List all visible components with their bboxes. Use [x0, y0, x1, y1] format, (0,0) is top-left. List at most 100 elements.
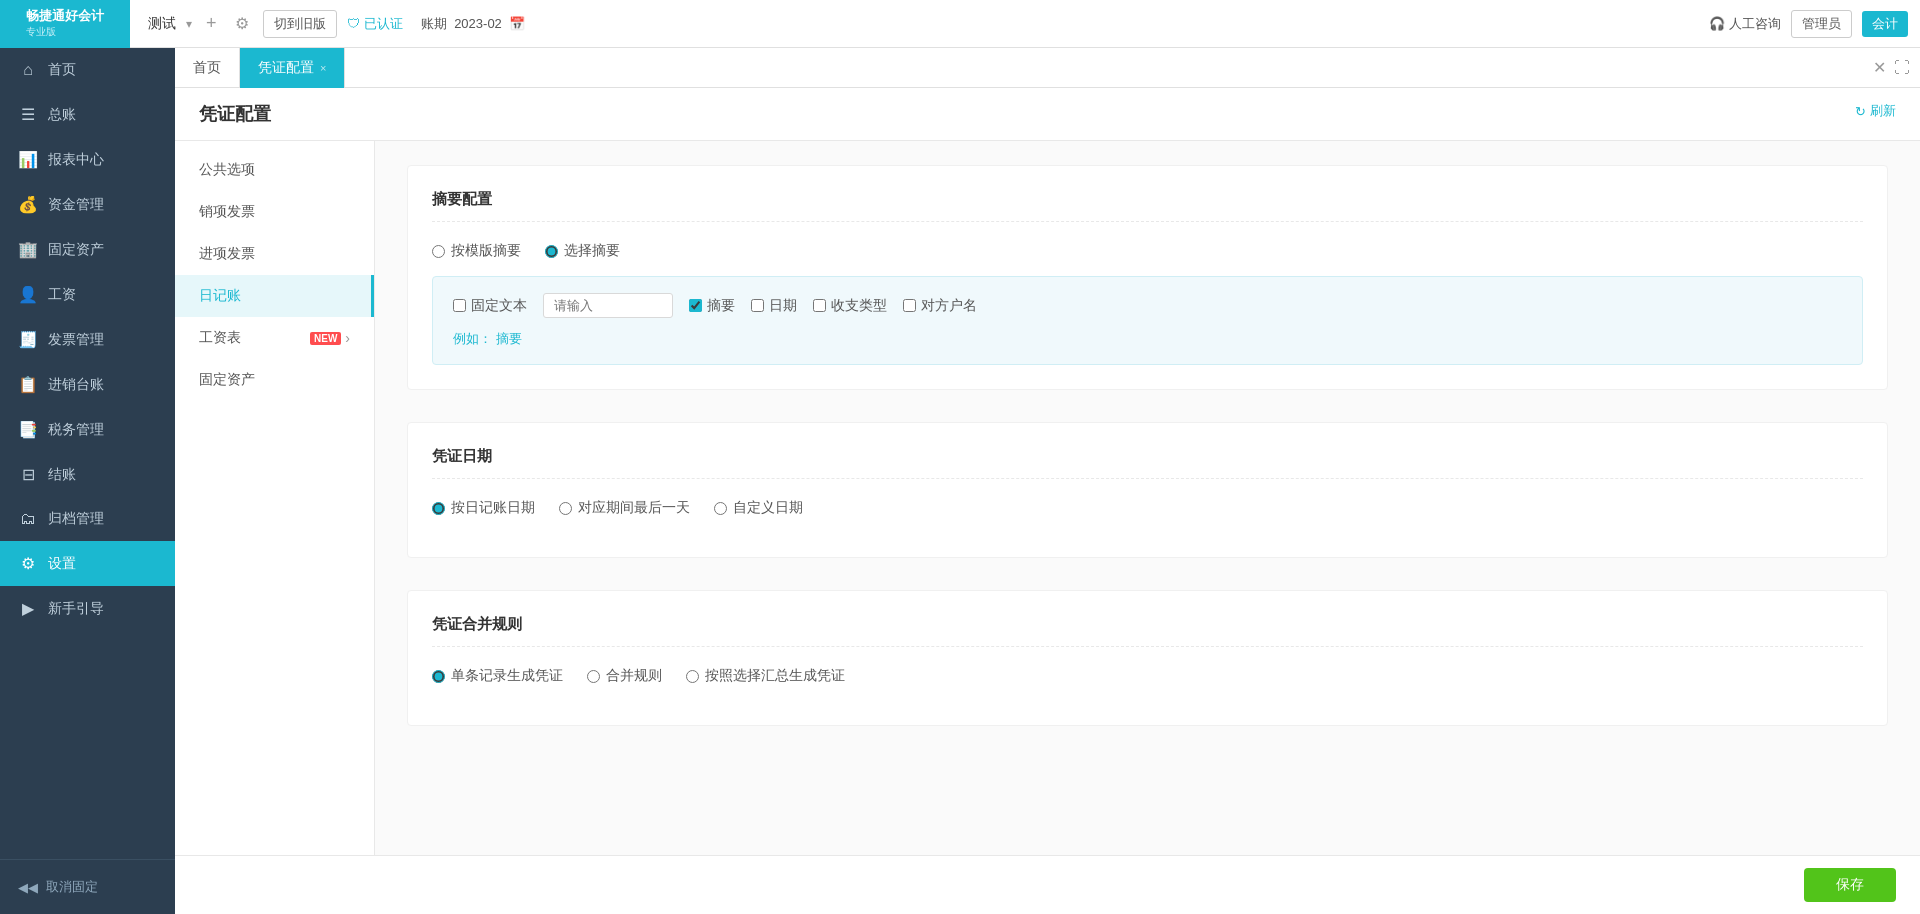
radio-journal-date-label[interactable]: 按日记账日期 [432, 499, 535, 517]
sidebar-item-label: 固定资产 [48, 241, 104, 259]
sidebar-item-sales[interactable]: 📋 进销台账 [0, 362, 175, 407]
checkbox-counterparty[interactable] [903, 299, 916, 312]
company-dropdown-icon[interactable] [186, 17, 192, 31]
summary-radio-group: 按模版摘要 选择摘要 [432, 242, 1863, 260]
tab-home[interactable]: 首页 [175, 48, 240, 88]
tab-actions: ✕ ⛶ [1863, 58, 1920, 77]
radio-merge-label[interactable]: 合并规则 [587, 667, 662, 685]
company-name: 测试 [148, 15, 176, 33]
left-nav-journal[interactable]: 日记账 [175, 275, 374, 317]
config-content: 摘要配置 按模版摘要 选择摘要 [375, 141, 1920, 855]
window-expand-button[interactable]: ⛶ [1894, 59, 1910, 77]
sidebar-item-label: 首页 [48, 61, 76, 79]
radio-single[interactable] [432, 670, 445, 683]
left-nav-payroll[interactable]: 工资表 NEW › [175, 317, 374, 359]
sidebar-item-label: 报表中心 [48, 151, 104, 169]
voucher-date-section-title: 凭证日期 [432, 447, 1863, 479]
checkbox-counterparty-label[interactable]: 对方户名 [903, 297, 977, 315]
tab-bar: 首页 凭证配置 × ✕ ⛶ [175, 48, 1920, 88]
manager-button[interactable]: 管理员 [1791, 10, 1852, 38]
refresh-icon: ↻ [1855, 104, 1866, 119]
checkbox-income-expense[interactable] [813, 299, 826, 312]
left-nav-public[interactable]: 公共选项 [175, 149, 374, 191]
sales-icon: 📋 [18, 375, 38, 394]
radio-template[interactable] [432, 245, 445, 258]
accountant-button[interactable]: 会计 [1862, 11, 1908, 37]
checkbox-summary-label[interactable]: 摘要 [689, 297, 735, 315]
radio-merge[interactable] [587, 670, 600, 683]
radio-by-selection[interactable] [686, 670, 699, 683]
radio-custom-date-label[interactable]: 自定义日期 [714, 499, 803, 517]
checkbox-income-expense-label[interactable]: 收支类型 [813, 297, 887, 315]
tax-icon: 📑 [18, 420, 38, 439]
checkbox-date[interactable] [751, 299, 764, 312]
refresh-button[interactable]: ↻ 刷新 [1855, 102, 1896, 134]
radio-journal-date[interactable] [432, 502, 445, 515]
sidebar-item-tax[interactable]: 📑 税务管理 [0, 407, 175, 452]
sidebar-item-assets[interactable]: 🏢 固定资产 [0, 227, 175, 272]
left-nav-sales-invoice[interactable]: 销项发票 [175, 191, 374, 233]
summary-section-title: 摘要配置 [432, 190, 1863, 222]
sidebar-item-invoice[interactable]: 🧾 发票管理 [0, 317, 175, 362]
sidebar-item-settings[interactable]: ⚙ 设置 [0, 541, 175, 586]
left-nav-purchase-invoice[interactable]: 进项发票 [175, 233, 374, 275]
tab-close-icon[interactable]: × [320, 62, 326, 74]
checkbox-fixed-text-label[interactable]: 固定文本 [453, 297, 527, 315]
close-icon: ⊟ [18, 465, 38, 484]
sidebar-item-home[interactable]: ⌂ 首页 [0, 48, 175, 92]
sidebar-item-label: 新手引导 [48, 600, 104, 618]
fixed-text-input[interactable] [543, 293, 673, 318]
consult-button[interactable]: 🎧 人工咨询 [1709, 15, 1781, 33]
period-label: 账期 2023-02 📅 [421, 15, 526, 33]
window-close-button[interactable]: ✕ [1873, 58, 1886, 77]
tab-voucher-config[interactable]: 凭证配置 × [240, 48, 345, 88]
add-button[interactable]: + [206, 13, 217, 34]
sidebar-item-fund[interactable]: 💰 资金管理 [0, 182, 175, 227]
logo: 畅捷通好会计 专业版 [0, 0, 130, 48]
merge-rules-radio-group: 单条记录生成凭证 合并规则 按照选择汇总生成凭证 [432, 667, 1863, 685]
sidebar-item-label: 结账 [48, 466, 76, 484]
sidebar-item-report[interactable]: 📊 报表中心 [0, 137, 175, 182]
radio-single-label[interactable]: 单条记录生成凭证 [432, 667, 563, 685]
chevron-down-icon: › [345, 330, 350, 346]
sidebar-item-archive[interactable]: 🗂 归档管理 [0, 497, 175, 541]
checkbox-summary[interactable] [689, 299, 702, 312]
invoice-icon: 🧾 [18, 330, 38, 349]
sidebar-scroll: ⌂ 首页 ☰ 总账 📊 报表中心 💰 资金管理 🏢 固定资产 👤 工资 [0, 48, 175, 859]
guide-icon: ▶ [18, 599, 38, 618]
settings-sidebar-icon: ⚙ [18, 554, 38, 573]
checkbox-fixed-text[interactable] [453, 299, 466, 312]
merge-rules-section-title: 凭证合并规则 [432, 615, 1863, 647]
sidebar-item-salary[interactable]: 👤 工资 [0, 272, 175, 317]
voucher-date-radio-group: 按日记账日期 对应期间最后一天 自定义日期 [432, 499, 1863, 517]
sidebar-item-label: 税务管理 [48, 421, 104, 439]
checkbox-date-label[interactable]: 日期 [751, 297, 797, 315]
left-nav-fixed-assets[interactable]: 固定资产 [175, 359, 374, 401]
sidebar-item-ledger[interactable]: ☰ 总账 [0, 92, 175, 137]
save-button[interactable]: 保存 [1804, 868, 1896, 902]
radio-select-label[interactable]: 选择摘要 [545, 242, 620, 260]
radio-by-selection-label[interactable]: 按照选择汇总生成凭证 [686, 667, 845, 685]
sidebar-item-label: 总账 [48, 106, 76, 124]
page-header: 凭证配置 ↻ 刷新 [175, 88, 1920, 141]
radio-template-label[interactable]: 按模版摘要 [432, 242, 521, 260]
radio-custom-date[interactable] [714, 502, 727, 515]
calendar-icon[interactable]: 📅 [509, 16, 525, 31]
sidebar-item-label: 资金管理 [48, 196, 104, 214]
radio-select[interactable] [545, 245, 558, 258]
sidebar-item-label: 归档管理 [48, 510, 104, 528]
settings-icon[interactable]: ⚙ [235, 14, 249, 33]
sidebar-item-guide[interactable]: ▶ 新手引导 [0, 586, 175, 631]
sidebar-item-label: 设置 [48, 555, 76, 573]
bottom-bar: 保存 [175, 855, 1920, 914]
unpin-button[interactable]: ◀◀ 取消固定 [0, 868, 175, 906]
radio-period-last-label[interactable]: 对应期间最后一天 [559, 499, 690, 517]
sidebar-item-close[interactable]: ⊟ 结账 [0, 452, 175, 497]
config-layout: 公共选项 销项发票 进项发票 日记账 工资表 NEW [175, 141, 1920, 855]
radio-period-last[interactable] [559, 502, 572, 515]
radio-select-text: 选择摘要 [564, 242, 620, 260]
switch-version-button[interactable]: 切到旧版 [263, 10, 337, 38]
page-content: 凭证配置 ↻ 刷新 公共选项 销项发票 进项发票 [175, 88, 1920, 914]
sidebar: ⌂ 首页 ☰ 总账 📊 报表中心 💰 资金管理 🏢 固定资产 👤 工资 [0, 48, 175, 914]
sidebar-item-label: 发票管理 [48, 331, 104, 349]
